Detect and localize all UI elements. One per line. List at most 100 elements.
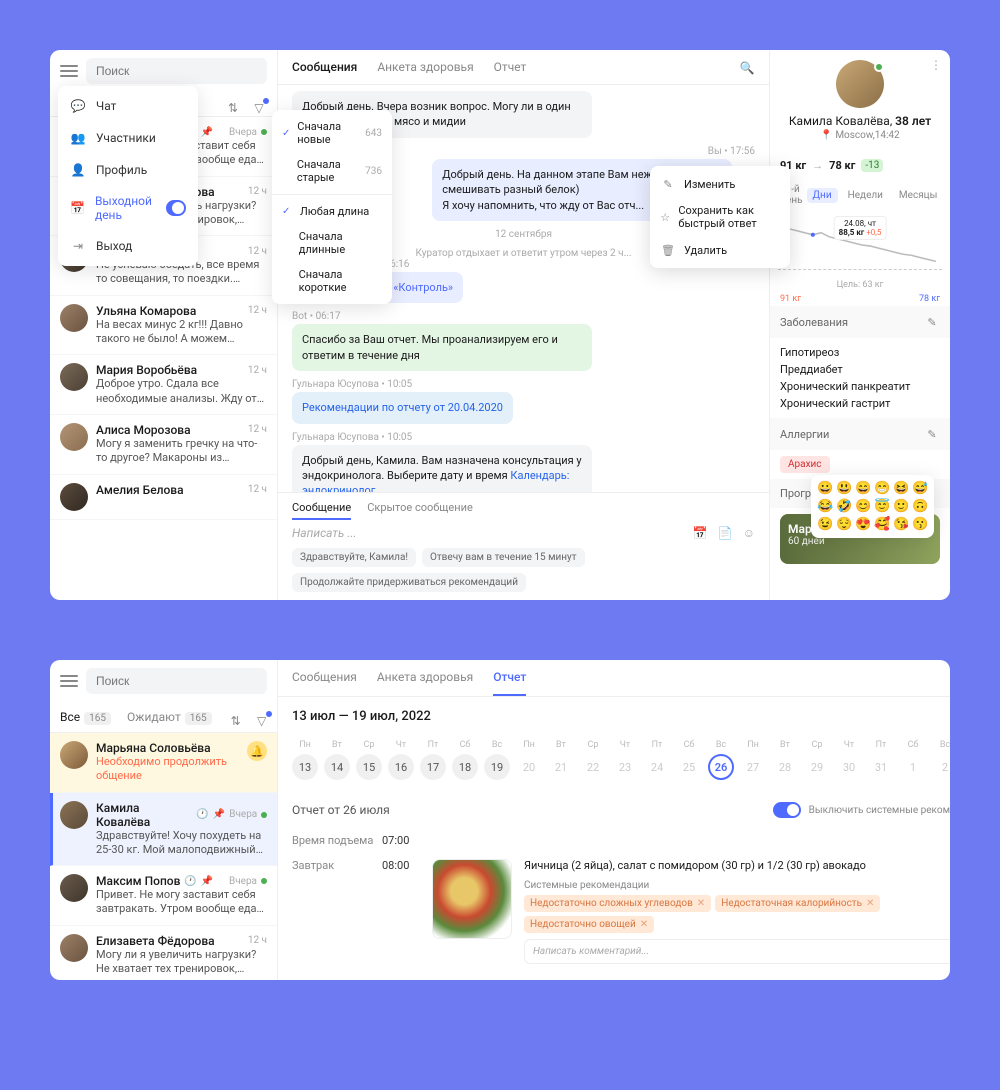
- reco-chip[interactable]: Недостаточно овощей✕: [524, 916, 654, 933]
- search-icon[interactable]: 🔍: [739, 60, 755, 76]
- emoji[interactable]: 😌: [836, 517, 852, 532]
- cal-date[interactable]: 20: [516, 754, 542, 780]
- emoji[interactable]: 😀: [817, 481, 833, 496]
- profile-more-icon[interactable]: ⋮: [930, 58, 942, 72]
- nav-logout[interactable]: ⇥Выход: [58, 230, 198, 262]
- quick-reply-chip[interactable]: Продолжайте придерживаться рекомендаций: [292, 573, 526, 592]
- sys-reco-toggle[interactable]: [773, 802, 801, 818]
- emoji[interactable]: 😃: [836, 481, 852, 496]
- chat-item[interactable]: Марьяна СоловьёваНеобходимо продолжить о…: [50, 733, 277, 793]
- reco-link[interactable]: Рекомендации по отчету от 20.04.2020: [292, 392, 513, 423]
- edit-icon[interactable]: ✎: [924, 314, 940, 330]
- attach-icon[interactable]: 📄: [718, 526, 733, 540]
- reco-chip[interactable]: Недостаточно сложных углеводов✕: [524, 895, 711, 912]
- emoji[interactable]: 🤣: [836, 499, 852, 514]
- cal-date[interactable]: 22: [580, 754, 606, 780]
- chat-item[interactable]: Елизавета Фёдорова12 чМогу ли я увеличит…: [50, 926, 277, 980]
- emoji[interactable]: 🙂: [893, 499, 909, 514]
- cal-date[interactable]: 23: [612, 754, 638, 780]
- tab-health[interactable]: Анкета здоровья: [377, 60, 473, 84]
- tab-messages[interactable]: Сообщения: [292, 60, 357, 84]
- cal-date[interactable]: 30: [836, 754, 862, 780]
- tab-report[interactable]: Отчет: [494, 60, 527, 84]
- cal-date[interactable]: 26: [708, 754, 734, 780]
- cal-date[interactable]: 18: [452, 754, 478, 780]
- emoji[interactable]: 🥰: [874, 517, 890, 532]
- sort-new-first[interactable]: ✓Сначала новые643: [272, 114, 392, 152]
- comment-input[interactable]: Написать комментарий...: [524, 939, 950, 964]
- ctx-save-quick[interactable]: ☆Сохранить как быстрый ответ: [650, 198, 790, 236]
- compose-tab-msg[interactable]: Сообщение: [292, 501, 351, 520]
- filter-icon[interactable]: ▽: [251, 100, 267, 116]
- emoji[interactable]: 😗: [912, 517, 928, 532]
- close-icon[interactable]: ✕: [640, 919, 648, 930]
- emoji[interactable]: 😍: [855, 517, 871, 532]
- emoji-picker[interactable]: 😀😃😄😁😆😅😂🤣😊😇🙂🙃😉😌😍🥰😘😗: [811, 475, 934, 538]
- reco-chip[interactable]: Недостаточная калорийность✕: [715, 895, 880, 912]
- cal-date[interactable]: 27: [740, 754, 766, 780]
- calendar-icon[interactable]: 📅: [693, 526, 708, 540]
- nav-members[interactable]: 👥Участники: [58, 122, 198, 154]
- dayoff-toggle[interactable]: [166, 200, 186, 216]
- chat-item[interactable]: Ульяна Комарова12 чНа весах минус 2 кг!!…: [50, 296, 277, 356]
- cal-date[interactable]: 15: [356, 754, 382, 780]
- cal-date[interactable]: 19: [484, 754, 510, 780]
- tab-report[interactable]: Отчет: [493, 670, 526, 696]
- emoji[interactable]: 😊: [855, 499, 871, 514]
- sort-short-first[interactable]: Сначала короткие: [272, 262, 392, 300]
- cal-date[interactable]: 17: [420, 754, 446, 780]
- chat-item[interactable]: Мария Воробьёва12 чДоброе утро. Сдала вс…: [50, 355, 277, 415]
- quick-reply-chip[interactable]: Отвечу вам в течение 15 минут: [422, 548, 585, 567]
- sort-long-first[interactable]: Сначала длинные: [272, 224, 392, 262]
- cal-date[interactable]: 28: [772, 754, 798, 780]
- tab-messages[interactable]: Сообщения: [292, 670, 357, 696]
- filter-icon[interactable]: ▽: [254, 713, 270, 729]
- emoji[interactable]: 😘: [893, 517, 909, 532]
- close-icon[interactable]: ✕: [866, 898, 874, 909]
- compose-tab-hidden[interactable]: Скрытое сообщение: [367, 501, 473, 520]
- emoji[interactable]: 😅: [912, 481, 928, 496]
- period-days[interactable]: Дни: [807, 188, 838, 203]
- cal-date[interactable]: 21: [548, 754, 574, 780]
- chat-item[interactable]: Максим Попов🕐📌ВчераПривет. Не могу заста…: [50, 866, 277, 926]
- chat-item[interactable]: Алиса Морозова12 чМогу я заменить гречку…: [50, 415, 277, 475]
- period-months[interactable]: Месяцы: [893, 188, 943, 203]
- cal-date[interactable]: 29: [804, 754, 830, 780]
- emoji-icon[interactable]: ☺: [743, 526, 755, 540]
- nav-dayoff[interactable]: 📅Выходной день: [58, 186, 198, 230]
- cal-date[interactable]: 25: [676, 754, 702, 780]
- cal-date[interactable]: 31: [868, 754, 894, 780]
- sort-old-first[interactable]: Сначала старые736: [272, 152, 392, 190]
- tab-waiting[interactable]: Ожидают165: [127, 710, 212, 732]
- cal-date[interactable]: 14: [324, 754, 350, 780]
- search-input[interactable]: [86, 668, 267, 694]
- emoji[interactable]: 😂: [817, 499, 833, 514]
- emoji[interactable]: 😇: [874, 499, 890, 514]
- sort-any-len[interactable]: ✓Любая длина: [272, 199, 392, 224]
- emoji[interactable]: 🙃: [912, 499, 928, 514]
- ctx-edit[interactable]: ✎Изменить: [650, 170, 790, 198]
- edit-icon[interactable]: ✎: [924, 426, 940, 442]
- period-weeks[interactable]: Недели: [842, 188, 889, 203]
- chat-item[interactable]: Амелия Белова12 ч: [50, 475, 277, 520]
- hamburger-icon[interactable]: [60, 65, 78, 77]
- nav-profile[interactable]: 👤Профиль: [58, 154, 198, 186]
- cal-date[interactable]: 13: [292, 754, 318, 780]
- cal-date[interactable]: 24: [644, 754, 670, 780]
- cal-date[interactable]: 1: [900, 754, 926, 780]
- ctx-delete[interactable]: 🗑Удалить: [650, 236, 790, 264]
- sort-icon[interactable]: ⇅: [225, 100, 241, 116]
- chat-item[interactable]: Камила Ковалёва🕐📌ВчераЗдравствуйте! Хочу…: [50, 793, 277, 867]
- cal-date[interactable]: 2: [932, 754, 950, 780]
- compose-input[interactable]: Написать ...: [292, 526, 685, 540]
- quick-reply-chip[interactable]: Здравствуйте, Камила!: [292, 548, 416, 567]
- hamburger-icon[interactable]: [60, 675, 78, 687]
- emoji[interactable]: 😆: [893, 481, 909, 496]
- search-input[interactable]: [86, 58, 267, 84]
- emoji[interactable]: 😁: [874, 481, 890, 496]
- emoji[interactable]: 😉: [817, 517, 833, 532]
- close-icon[interactable]: ✕: [697, 898, 705, 909]
- sort-icon[interactable]: ⇅: [228, 713, 244, 729]
- tab-all[interactable]: Все165: [60, 710, 111, 732]
- nav-chat[interactable]: 💬Чат: [58, 90, 198, 122]
